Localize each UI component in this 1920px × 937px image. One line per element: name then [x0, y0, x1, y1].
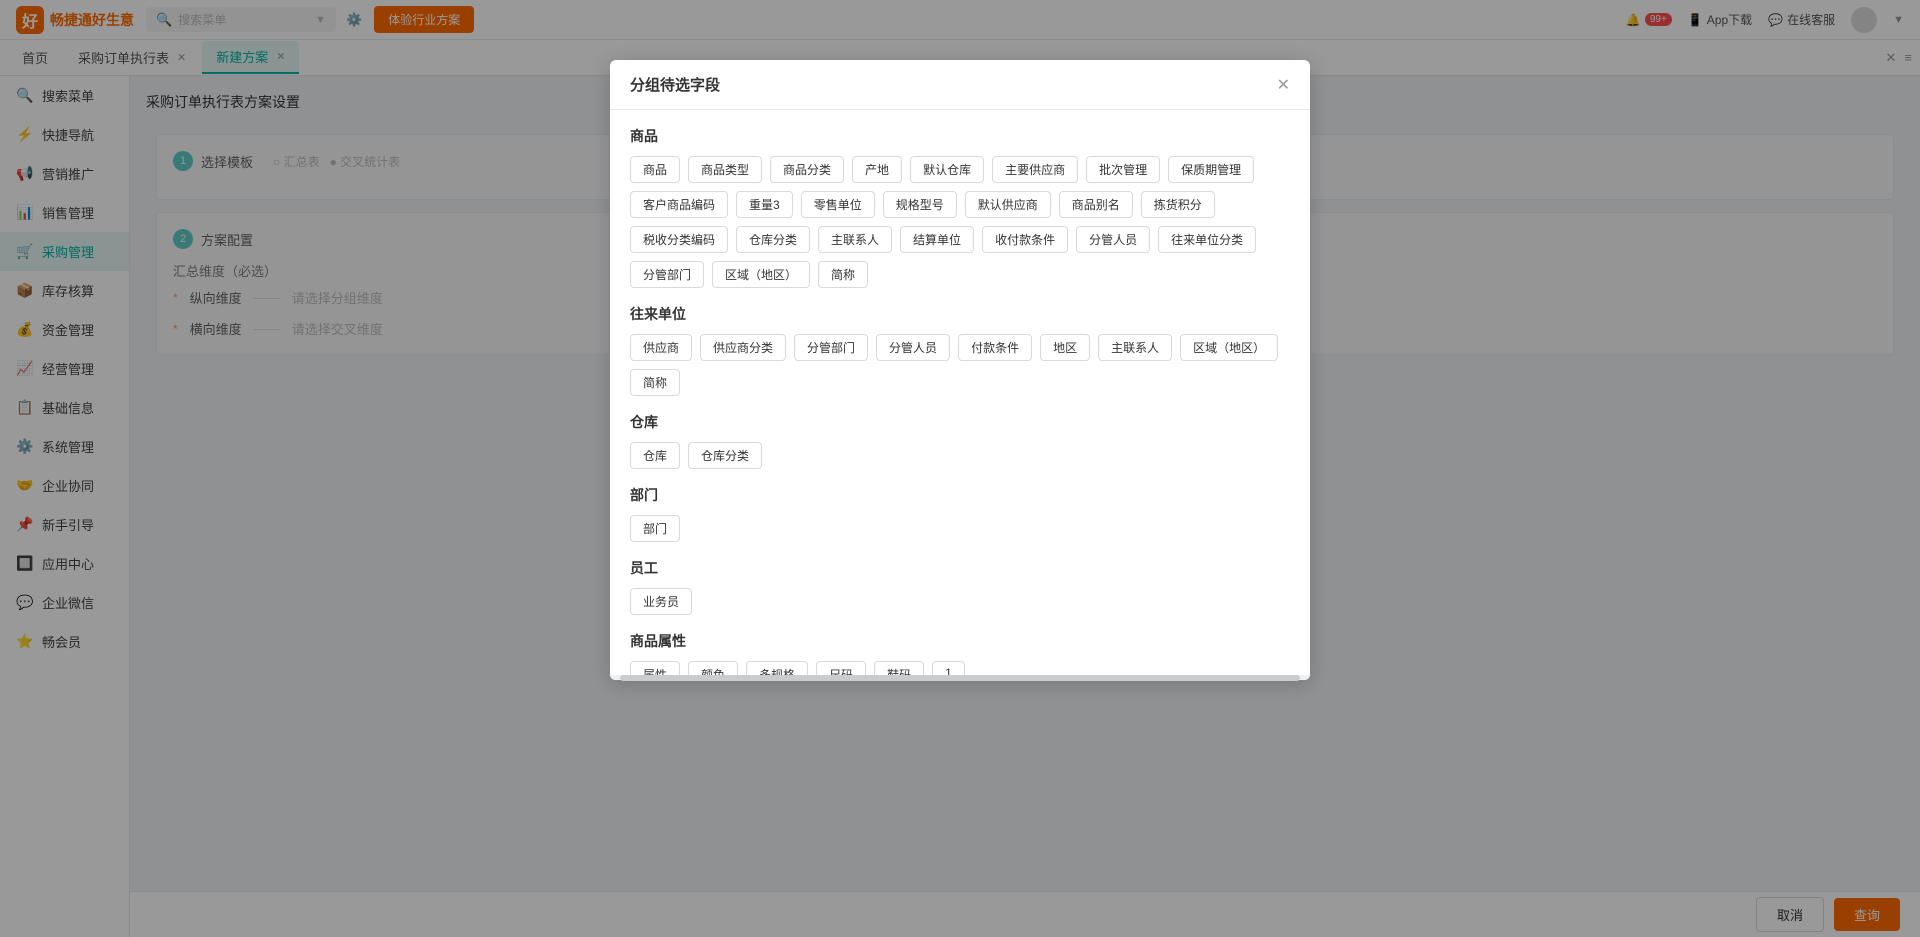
field-tag[interactable]: 主联系人	[818, 226, 892, 253]
section-partner-title: 往来单位	[630, 304, 1290, 324]
field-tag[interactable]: 产地	[852, 156, 902, 183]
field-tag[interactable]: 默认供应商	[965, 191, 1051, 218]
modal-scrollbar[interactable]	[610, 675, 1310, 680]
field-tag[interactable]: 主联系人	[1098, 334, 1172, 361]
field-tag[interactable]: 往来单位分类	[1158, 226, 1256, 253]
field-tag[interactable]: 商品	[630, 156, 680, 183]
field-grid-warehouse: 仓库 仓库分类	[630, 442, 1290, 469]
field-tag[interactable]: 保质期管理	[1168, 156, 1254, 183]
field-tag[interactable]: 供应商分类	[700, 334, 786, 361]
field-tag[interactable]: 税收分类编码	[630, 226, 728, 253]
field-tag[interactable]: 部门	[630, 515, 680, 542]
field-grid-dept: 部门	[630, 515, 1290, 542]
section-employee-title: 员工	[630, 558, 1290, 578]
field-grid-product-attr: 属性 颜色 多规格 尺码 鞋码 1	[630, 661, 1290, 675]
field-tag[interactable]: 业务员	[630, 588, 692, 615]
field-tag[interactable]: 简称	[630, 369, 680, 396]
field-tag[interactable]: 付款条件	[958, 334, 1032, 361]
field-tag[interactable]: 简称	[818, 261, 868, 288]
field-tag[interactable]: 商品类型	[688, 156, 762, 183]
section-warehouse-title: 仓库	[630, 412, 1290, 432]
field-tag[interactable]: 区域（地区）	[1180, 334, 1278, 361]
field-tag[interactable]: 拣货积分	[1141, 191, 1215, 218]
field-tag[interactable]: 默认仓库	[910, 156, 984, 183]
field-tag[interactable]: 仓库	[630, 442, 680, 469]
field-tag[interactable]: 结算单位	[900, 226, 974, 253]
field-tag[interactable]: 重量3	[736, 191, 793, 218]
field-tag[interactable]: 供应商	[630, 334, 692, 361]
modal-close-icon[interactable]: ✕	[1277, 75, 1290, 95]
field-tag[interactable]: 规格型号	[883, 191, 957, 218]
field-tag[interactable]: 地区	[1040, 334, 1090, 361]
field-tag[interactable]: 零售单位	[801, 191, 875, 218]
field-tag[interactable]: 客户商品编码	[630, 191, 728, 218]
field-tag[interactable]: 收付款条件	[982, 226, 1068, 253]
modal-header: 分组待选字段 ✕	[610, 60, 1310, 110]
section-dept-title: 部门	[630, 485, 1290, 505]
field-tag[interactable]: 鞋码	[874, 661, 924, 675]
field-tag[interactable]: 分管人员	[1076, 226, 1150, 253]
field-tag[interactable]: 区域（地区）	[712, 261, 810, 288]
field-tag[interactable]: 仓库分类	[736, 226, 810, 253]
section-product-attr-title: 商品属性	[630, 631, 1290, 651]
field-grid-employee: 业务员	[630, 588, 1290, 615]
field-tag[interactable]: 尺码	[816, 661, 866, 675]
modal-title: 分组待选字段	[630, 74, 720, 95]
field-tag[interactable]: 批次管理	[1086, 156, 1160, 183]
field-tag[interactable]: 多规格	[746, 661, 808, 675]
field-tag[interactable]: 商品别名	[1059, 191, 1133, 218]
modal-body: 商品 商品 商品类型 商品分类 产地 默认仓库 主要供应商 批次管理 保质期管理…	[610, 110, 1310, 675]
scrollbar-thumb[interactable]	[620, 675, 1300, 681]
field-tag[interactable]: 分管部门	[630, 261, 704, 288]
field-grid-partner: 供应商 供应商分类 分管部门 分管人员 付款条件 地区 主联系人 区域（地区） …	[630, 334, 1290, 396]
field-tag[interactable]: 颜色	[688, 661, 738, 675]
field-tag[interactable]: 主要供应商	[992, 156, 1078, 183]
field-tag[interactable]: 分管部门	[794, 334, 868, 361]
field-tag[interactable]: 商品分类	[770, 156, 844, 183]
field-grid-product: 商品 商品类型 商品分类 产地 默认仓库 主要供应商 批次管理 保质期管理 客户…	[630, 156, 1290, 288]
modal-overlay: 分组待选字段 ✕ 商品 商品 商品类型 商品分类 产地 默认仓库 主要供应商 批…	[0, 0, 1920, 937]
section-product-title: 商品	[630, 126, 1290, 146]
field-select-modal: 分组待选字段 ✕ 商品 商品 商品类型 商品分类 产地 默认仓库 主要供应商 批…	[610, 60, 1310, 680]
field-tag[interactable]: 分管人员	[876, 334, 950, 361]
field-tag[interactable]: 1	[932, 661, 965, 675]
field-tag[interactable]: 属性	[630, 661, 680, 675]
field-tag[interactable]: 仓库分类	[688, 442, 762, 469]
